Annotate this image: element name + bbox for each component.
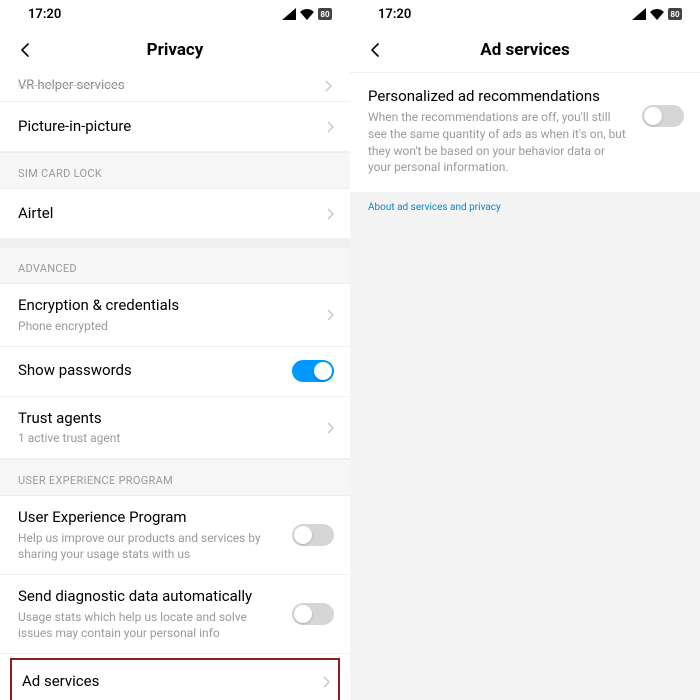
row-label: User Experience Program [18, 508, 282, 528]
page-title: Ad services [480, 40, 569, 60]
row-label: Encryption & credentials [18, 296, 316, 316]
chevron-right-icon [326, 121, 334, 133]
back-button[interactable] [14, 38, 38, 62]
status-bar: 17:20 80 [350, 0, 700, 28]
header: Ad services [350, 28, 700, 72]
section-uep: USER EXPERIENCE PROGRAM [0, 459, 350, 496]
status-bar: 17:20 80 [0, 0, 350, 28]
ad-services-screen: 17:20 80 Ad services Personalized ad rec… [350, 0, 700, 700]
section-advanced: ADVANCED [0, 247, 350, 284]
row-label: Personalized ad recommendations [368, 87, 628, 105]
wifi-icon [300, 8, 314, 20]
svg-text:80: 80 [670, 10, 680, 19]
row-user-experience-program[interactable]: User Experience Program Help us improve … [0, 496, 350, 575]
toggle-uep[interactable] [292, 524, 334, 546]
chevron-right-icon [326, 208, 334, 220]
row-label: Picture-in-picture [18, 117, 316, 137]
wifi-icon [650, 8, 664, 20]
row-picture-in-picture[interactable]: Picture-in-picture [0, 102, 350, 152]
svg-text:80: 80 [320, 10, 330, 19]
row-airtel[interactable]: Airtel [0, 189, 350, 239]
chevron-right-icon [326, 422, 334, 434]
toggle-diagnostic[interactable] [292, 603, 334, 625]
row-label: Show passwords [18, 361, 282, 381]
privacy-screen: 17:20 80 Privacy VR helper services Pict… [0, 0, 350, 700]
row-encryption[interactable]: Encryption & credentials Phone encrypted [0, 284, 350, 347]
row-sub: 1 active trust agent [18, 430, 316, 446]
toggle-personalized-ads[interactable] [642, 105, 684, 127]
page-title: Privacy [147, 40, 204, 60]
toggle-show-passwords[interactable] [292, 360, 334, 382]
chevron-right-icon [326, 309, 334, 321]
row-send-diagnostic[interactable]: Send diagnostic data automatically Usage… [0, 575, 350, 654]
row-vr-helper[interactable]: VR helper services [0, 72, 350, 102]
signal-icon [282, 8, 296, 20]
row-label: Ad services [22, 672, 312, 692]
row-sub: Phone encrypted [18, 318, 316, 334]
divider [0, 239, 350, 247]
chevron-right-icon [322, 676, 330, 688]
row-show-passwords[interactable]: Show passwords [0, 347, 350, 397]
row-label: Airtel [18, 204, 316, 224]
row-trust-agents[interactable]: Trust agents 1 active trust agent [0, 397, 350, 460]
back-button[interactable] [364, 38, 388, 62]
row-label: Send diagnostic data automatically [18, 587, 282, 607]
row-sub: When the recommendations are off, you'll… [368, 109, 628, 176]
row-sub: Usage stats which help us locate and sol… [18, 609, 282, 641]
battery-icon: 80 [668, 8, 682, 20]
chevron-right-icon [324, 80, 332, 92]
row-label: VR helper services [18, 78, 125, 93]
row-label: Trust agents [18, 409, 316, 429]
row-personalized-ads[interactable]: Personalized ad recommendations When the… [350, 73, 700, 192]
status-time: 17:20 [28, 7, 61, 22]
chevron-left-icon [369, 43, 383, 57]
highlight-ad-services: Ad services [10, 658, 340, 700]
status-icons: 80 [632, 8, 682, 20]
section-sim-lock: SIM CARD LOCK [0, 152, 350, 189]
empty-area [350, 223, 700, 700]
signal-icon [632, 8, 646, 20]
battery-icon: 80 [318, 8, 332, 20]
settings-list[interactable]: Personalized ad recommendations When the… [350, 72, 700, 700]
row-ad-services[interactable]: Ad services [12, 660, 338, 700]
header: Privacy [0, 28, 350, 72]
status-icons: 80 [282, 8, 332, 20]
link-about-privacy[interactable]: About ad services and privacy [350, 192, 700, 223]
link-label: About ad services and privacy [368, 202, 501, 213]
row-sub: Help us improve our products and service… [18, 530, 282, 562]
settings-list[interactable]: VR helper services Picture-in-picture SI… [0, 72, 350, 700]
chevron-left-icon [19, 43, 33, 57]
status-time: 17:20 [378, 7, 411, 22]
